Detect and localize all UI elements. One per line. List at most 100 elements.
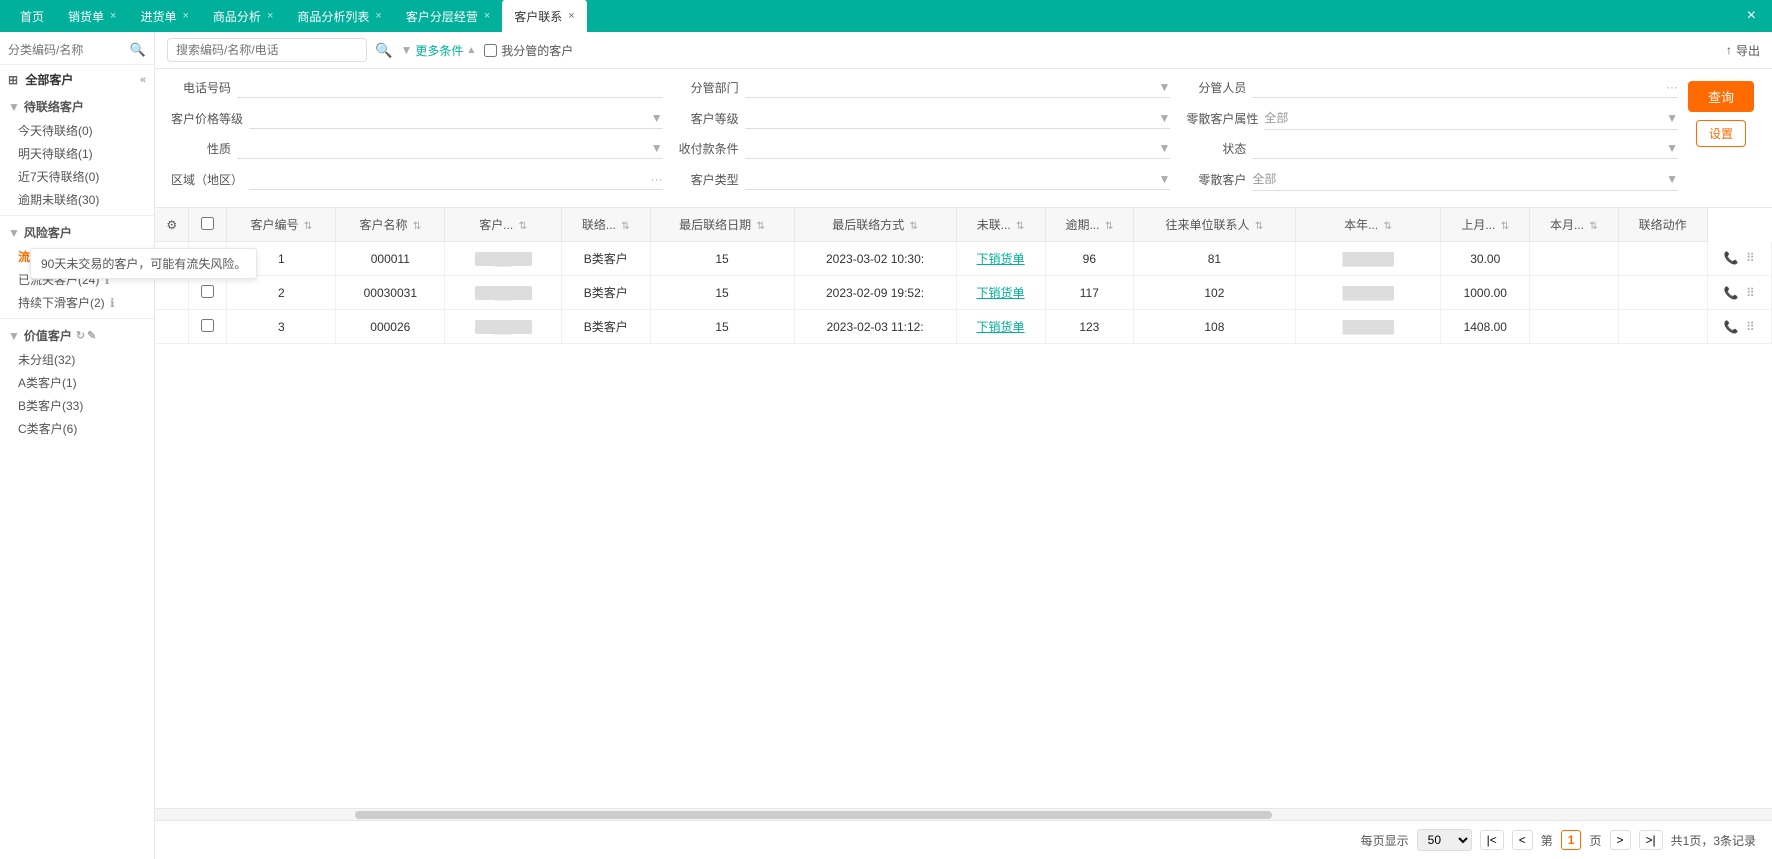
dept-select[interactable]: ▼ xyxy=(745,77,1171,98)
row-actions[interactable]: 📞 ⠿ xyxy=(1707,276,1771,310)
scrollbar-thumb[interactable] xyxy=(355,811,1272,819)
all-customers-title[interactable]: ⊞ 全部客户 « xyxy=(0,65,154,94)
row-action-phone-icon[interactable]: 📞 xyxy=(1724,286,1739,300)
page-size-select[interactable]: 50 100 200 xyxy=(1417,829,1472,851)
value-group[interactable]: ▼ 价值客户 ↻ ✎ xyxy=(0,323,154,348)
manager-select[interactable]: ··· xyxy=(1252,77,1678,98)
row-checkbox[interactable] xyxy=(201,319,214,332)
col-last-date[interactable]: 最后联络日期 ⇅ xyxy=(650,208,794,242)
row-action-more-icon[interactable]: ⠿ xyxy=(1746,286,1755,300)
retail-customer-select[interactable]: 全部 ▼ xyxy=(1252,167,1678,191)
sidebar-item-tomorrow[interactable]: 明天待联络(1) xyxy=(0,142,154,165)
my-customers-checkbox[interactable] xyxy=(484,44,497,57)
phone-input[interactable] xyxy=(237,77,663,98)
sidebar-item-declining[interactable]: 持续下滑客户(2) ℹ xyxy=(0,291,154,314)
col-last-method[interactable]: 最后联络方式 ⇅ xyxy=(794,208,956,242)
filter-search-input[interactable] xyxy=(167,38,367,62)
col-this-year[interactable]: 本年... ⇅ xyxy=(1295,208,1441,242)
sidebar-item-today[interactable]: 今天待联络(0) xyxy=(0,119,154,142)
col-contact-person[interactable]: 往来单位联系人 ⇅ xyxy=(1134,208,1296,242)
col-contact[interactable]: 联络... ⇅ xyxy=(561,208,650,242)
last-method-link[interactable]: 下销货单 xyxy=(977,286,1025,300)
col-settings[interactable]: ⚙ xyxy=(155,208,189,242)
row-last-method[interactable]: 下销货单 xyxy=(956,276,1045,310)
horizontal-scrollbar[interactable] xyxy=(155,808,1772,820)
customer-type-select[interactable]: ▼ xyxy=(745,169,1171,190)
region-more-icon[interactable]: ··· xyxy=(651,172,663,186)
query-button[interactable]: 查询 xyxy=(1688,81,1754,112)
sidebar-item-type-c[interactable]: C类客户(6) xyxy=(0,417,154,440)
last-page-button[interactable]: >| xyxy=(1639,830,1663,850)
row-action-phone-icon[interactable]: 📞 xyxy=(1724,320,1739,334)
more-conditions-button[interactable]: ▼ 更多条件 ▲ xyxy=(400,42,476,59)
col-name[interactable]: 客户名称 ⇅ xyxy=(336,208,445,242)
lost-group[interactable]: ▼ 风险客户 xyxy=(0,220,154,245)
grade-select[interactable]: ▼ xyxy=(745,108,1171,129)
first-page-button[interactable]: |< xyxy=(1480,830,1504,850)
col-last-month[interactable]: 上月... ⇅ xyxy=(1441,208,1530,242)
sidebar-item-type-a[interactable]: A类客户(1) xyxy=(0,371,154,394)
tab-customer-tier[interactable]: 客户分层经营 × xyxy=(394,0,502,32)
tab-customer-contact[interactable]: 客户联系 × xyxy=(502,0,586,32)
row-checkbox-cell[interactable] xyxy=(189,310,227,344)
close-purchase-tab[interactable]: × xyxy=(182,10,188,22)
my-customers-checkbox-label[interactable]: 我分管的客户 xyxy=(484,42,573,59)
tab-purchase[interactable]: 进货单 × xyxy=(128,0,200,32)
customer-type-chevron-icon: ▼ xyxy=(1158,172,1170,186)
col-type[interactable]: 客户... ⇅ xyxy=(445,208,562,242)
payment-select[interactable]: ▼ xyxy=(745,138,1171,159)
tab-sales[interactable]: 销货单 × xyxy=(56,0,128,32)
manager-more-icon[interactable]: ··· xyxy=(1666,80,1678,94)
row-action-more-icon[interactable]: ⠿ xyxy=(1746,251,1755,265)
sidebar-divider-1 xyxy=(0,215,154,216)
export-button[interactable]: ↑ 导出 xyxy=(1726,42,1760,59)
sidebar-item-type-b[interactable]: B类客户(33) xyxy=(0,394,154,417)
row-type: B类客户 xyxy=(561,276,650,310)
sidebar-item-7days[interactable]: 近7天待联络(0) xyxy=(0,165,154,188)
col-this-month[interactable]: 本月... ⇅ xyxy=(1530,208,1619,242)
filter-search-button[interactable]: 🔍 xyxy=(375,42,392,59)
gender-select[interactable]: ▼ xyxy=(237,138,663,159)
price-level-label: 客户价格等级 xyxy=(171,110,243,127)
settings-button[interactable]: 设置 xyxy=(1696,120,1746,147)
row-checkbox-cell[interactable] xyxy=(189,276,227,310)
sync-icon[interactable]: ↻ xyxy=(76,329,85,342)
col-overdue[interactable]: 逾期... ⇅ xyxy=(1045,208,1134,242)
row-checkbox[interactable] xyxy=(201,285,214,298)
sidebar-search-input[interactable] xyxy=(8,43,130,57)
last-method-link[interactable]: 下销货单 xyxy=(977,320,1025,334)
edit-icon[interactable]: ✎ xyxy=(87,329,96,342)
close-sales-tab[interactable]: × xyxy=(110,10,116,22)
tab-analysis[interactable]: 商品分析 × xyxy=(201,0,285,32)
close-customer-tier-tab[interactable]: × xyxy=(484,10,490,22)
next-page-button[interactable]: > xyxy=(1610,830,1631,850)
sidebar-item-ungrouped[interactable]: 未分组(32) xyxy=(0,348,154,371)
row-actions[interactable]: 📞 ⠿ xyxy=(1707,242,1771,276)
prev-page-button[interactable]: < xyxy=(1512,830,1533,850)
col-code[interactable]: 客户编号 ⇅ xyxy=(227,208,336,242)
tab-home[interactable]: 首页 xyxy=(8,0,56,32)
sidebar-search-icon: 🔍 xyxy=(130,42,146,58)
row-action-more-icon[interactable]: ⠿ xyxy=(1746,320,1755,334)
row-last-date: 2023-03-02 10:30: xyxy=(794,242,956,276)
close-analysis-list-tab[interactable]: × xyxy=(375,10,381,22)
row-last-method[interactable]: 下销货单 xyxy=(956,310,1045,344)
close-analysis-tab[interactable]: × xyxy=(267,10,273,22)
last-method-link[interactable]: 下销货单 xyxy=(977,252,1025,266)
pending-group[interactable]: ▼ 待联络客户 xyxy=(0,94,154,119)
row-last-method[interactable]: 下销货单 xyxy=(956,242,1045,276)
tab-analysis-list[interactable]: 商品分析列表 × xyxy=(285,0,393,32)
row-overdue: 108 xyxy=(1134,310,1296,344)
region-select[interactable]: ··· xyxy=(249,169,663,190)
select-all-checkbox[interactable] xyxy=(201,217,214,230)
close-customer-contact-tab[interactable]: × xyxy=(568,10,574,22)
retail-attr-select[interactable]: 全部 ▼ xyxy=(1264,106,1678,130)
close-all-button[interactable]: × xyxy=(1739,7,1764,25)
row-action-phone-icon[interactable]: 📞 xyxy=(1724,251,1739,265)
sidebar-collapse-btn[interactable]: « xyxy=(140,74,146,86)
col-no-contact[interactable]: 未联... ⇅ xyxy=(956,208,1045,242)
status-select[interactable]: ▼ xyxy=(1252,138,1678,159)
price-level-select[interactable]: ▼ xyxy=(249,108,663,129)
row-actions[interactable]: 📞 ⠿ xyxy=(1707,310,1771,344)
sidebar-item-overdue[interactable]: 逾期未联络(30) xyxy=(0,188,154,211)
